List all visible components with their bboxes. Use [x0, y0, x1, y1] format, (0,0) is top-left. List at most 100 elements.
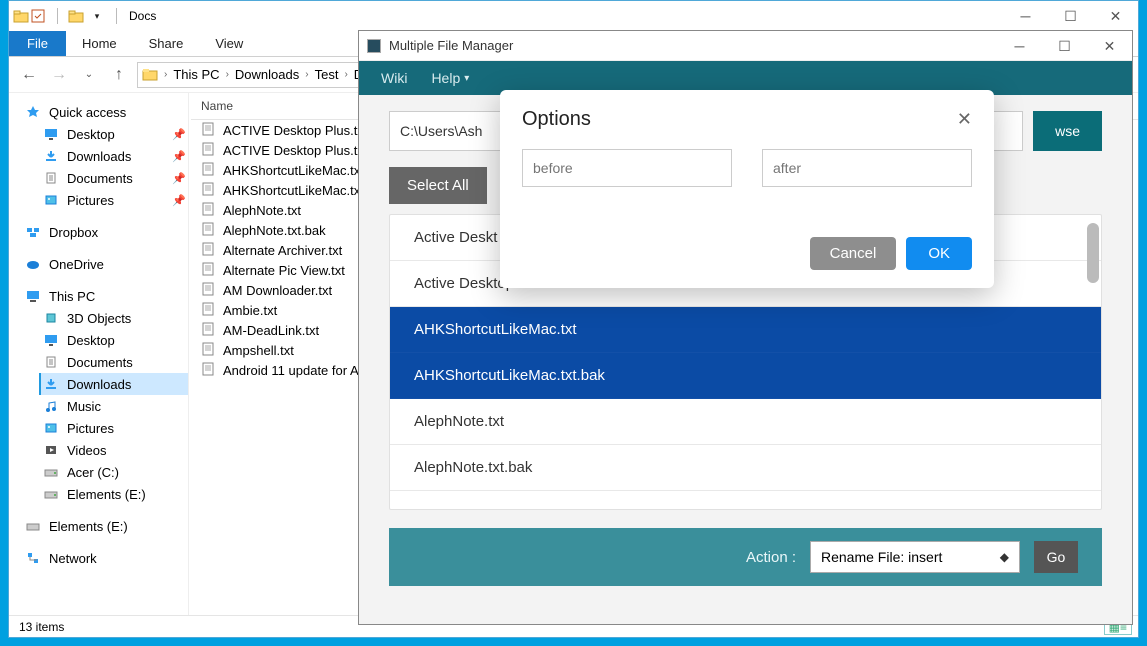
app-titlebar[interactable]: Multiple File Manager ─ ☐ ✕	[359, 31, 1132, 61]
action-select[interactable]: Rename File: insert ◆	[810, 541, 1020, 573]
explorer-titlebar[interactable]: ▾ Docs ─ ☐ ✕	[9, 1, 1138, 31]
ribbon-home-tab[interactable]: Home	[66, 31, 133, 56]
nav-this-pc[interactable]: This PC	[23, 285, 188, 307]
maximize-button[interactable]: ☐	[1048, 1, 1093, 31]
file-name: AHKShortcutLikeMac.txt	[223, 163, 364, 178]
nav-quick-access[interactable]: Quick access	[23, 101, 188, 123]
nav-pc-item[interactable]: Desktop	[41, 329, 188, 351]
nav-forward-button[interactable]: →	[47, 63, 71, 87]
app-icon	[367, 39, 381, 53]
videos-icon	[43, 442, 59, 458]
menu-wiki[interactable]: Wiki	[381, 70, 407, 86]
cancel-button[interactable]: Cancel	[810, 237, 897, 270]
column-name-header[interactable]: Name	[201, 99, 233, 113]
drive-icon	[43, 486, 59, 502]
text-file-icon	[201, 242, 217, 258]
nav-quick-item[interactable]: Documents📌	[41, 167, 188, 189]
file-name: AlephNote.txt	[223, 203, 301, 218]
ok-button[interactable]: OK	[906, 237, 972, 270]
ribbon-file-tab[interactable]: File	[9, 31, 66, 56]
chevron-down-icon: ▾	[464, 73, 469, 84]
nav-pc-item[interactable]: Acer (C:)	[41, 461, 188, 483]
nav-recent-dropdown[interactable]: ⌄	[77, 63, 101, 87]
before-input[interactable]	[522, 149, 732, 187]
file-name: AM Downloader.txt	[223, 283, 332, 298]
scrollbar-thumb[interactable]	[1087, 223, 1099, 283]
file-name: Alternate Archiver.txt	[223, 243, 342, 258]
qat-dropdown-icon[interactable]: ▾	[88, 7, 106, 25]
network-icon	[25, 550, 41, 566]
dialog-close-button[interactable]: ✕	[957, 109, 972, 130]
separator	[57, 8, 58, 24]
select-updown-icon: ◆	[1000, 550, 1009, 564]
folder-icon	[68, 8, 84, 24]
downloads-icon	[43, 148, 59, 164]
folder-icon	[13, 8, 29, 24]
pin-icon: 📌	[172, 150, 186, 163]
file-name: AlephNote.txt.bak	[223, 223, 326, 238]
nav-label: Desktop	[67, 127, 115, 142]
after-input[interactable]	[762, 149, 972, 187]
app-list-row[interactable]: AHKShortcutLikeMac.txt	[390, 307, 1101, 353]
pc-icon	[25, 288, 41, 304]
go-button[interactable]: Go	[1034, 541, 1078, 573]
ribbon-view-tab[interactable]: View	[199, 31, 259, 56]
text-file-icon	[201, 142, 217, 158]
nav-pc-item[interactable]: 3D Objects	[41, 307, 188, 329]
breadcrumb-item[interactable]: This PC	[169, 67, 223, 82]
navigation-pane[interactable]: Quick access Desktop📌Downloads📌Documents…	[9, 93, 189, 615]
app-list-row[interactable]: AlephNote.txt.bak	[390, 445, 1101, 491]
nav-label: Quick access	[49, 105, 126, 120]
breadcrumb-item[interactable]: Test	[311, 67, 343, 82]
ribbon-share-tab[interactable]: Share	[133, 31, 200, 56]
chevron-right-icon[interactable]: ›	[224, 69, 231, 80]
app-title: Multiple File Manager	[389, 38, 513, 53]
separator	[116, 8, 117, 24]
minimize-button[interactable]: ─	[1003, 1, 1048, 31]
nav-label: Elements (E:)	[49, 519, 128, 534]
breadcrumb-item[interactable]: Downloads	[231, 67, 303, 82]
nav-pc-item[interactable]: Elements (E:)	[41, 483, 188, 505]
nav-back-button[interactable]: ←	[17, 63, 41, 87]
chevron-right-icon[interactable]: ›	[162, 69, 169, 80]
chevron-right-icon[interactable]: ›	[342, 69, 349, 80]
window-title: Docs	[129, 9, 156, 23]
dropbox-icon	[25, 224, 41, 240]
nav-label: Documents	[67, 355, 133, 370]
nav-quick-item[interactable]: Downloads📌	[41, 145, 188, 167]
menu-help[interactable]: Help ▾	[431, 70, 469, 86]
desktop-icon	[43, 126, 59, 142]
nav-network[interactable]: Network	[23, 547, 188, 569]
close-button[interactable]: ✕	[1093, 1, 1138, 31]
file-name: Ampshell.txt	[223, 343, 294, 358]
pictures-icon	[43, 192, 59, 208]
nav-label: OneDrive	[49, 257, 104, 272]
nav-label: This PC	[49, 289, 95, 304]
nav-pc-item[interactable]: Downloads	[39, 373, 188, 395]
nav-quick-item[interactable]: Pictures📌	[41, 189, 188, 211]
nav-pc-item[interactable]: Videos	[41, 439, 188, 461]
text-file-icon	[201, 182, 217, 198]
nav-label: Downloads	[67, 377, 131, 392]
app-minimize-button[interactable]: ─	[997, 31, 1042, 61]
chevron-right-icon[interactable]: ›	[303, 69, 310, 80]
app-list-row[interactable]: AlephNote.txt	[390, 399, 1101, 445]
nav-pc-item[interactable]: Documents	[41, 351, 188, 373]
nav-pc-item[interactable]: Music	[41, 395, 188, 417]
nav-label: Desktop	[67, 333, 115, 348]
app-list-row[interactable]: AHKShortcutLikeMac.txt.bak	[390, 353, 1101, 399]
app-close-button[interactable]: ✕	[1087, 31, 1132, 61]
qat-properties-icon[interactable]	[29, 7, 47, 25]
nav-elements[interactable]: Elements (E:)	[23, 515, 188, 537]
nav-pc-item[interactable]: Pictures	[41, 417, 188, 439]
text-file-icon	[201, 262, 217, 278]
nav-quick-item[interactable]: Desktop📌	[41, 123, 188, 145]
app-maximize-button[interactable]: ☐	[1042, 31, 1087, 61]
nav-label: Music	[67, 399, 101, 414]
select-all-button[interactable]: Select All	[389, 167, 487, 204]
nav-dropbox[interactable]: Dropbox	[23, 221, 188, 243]
text-file-icon	[201, 282, 217, 298]
nav-up-button[interactable]: ↑	[107, 63, 131, 87]
browse-button[interactable]: wse	[1033, 111, 1102, 151]
nav-onedrive[interactable]: OneDrive	[23, 253, 188, 275]
